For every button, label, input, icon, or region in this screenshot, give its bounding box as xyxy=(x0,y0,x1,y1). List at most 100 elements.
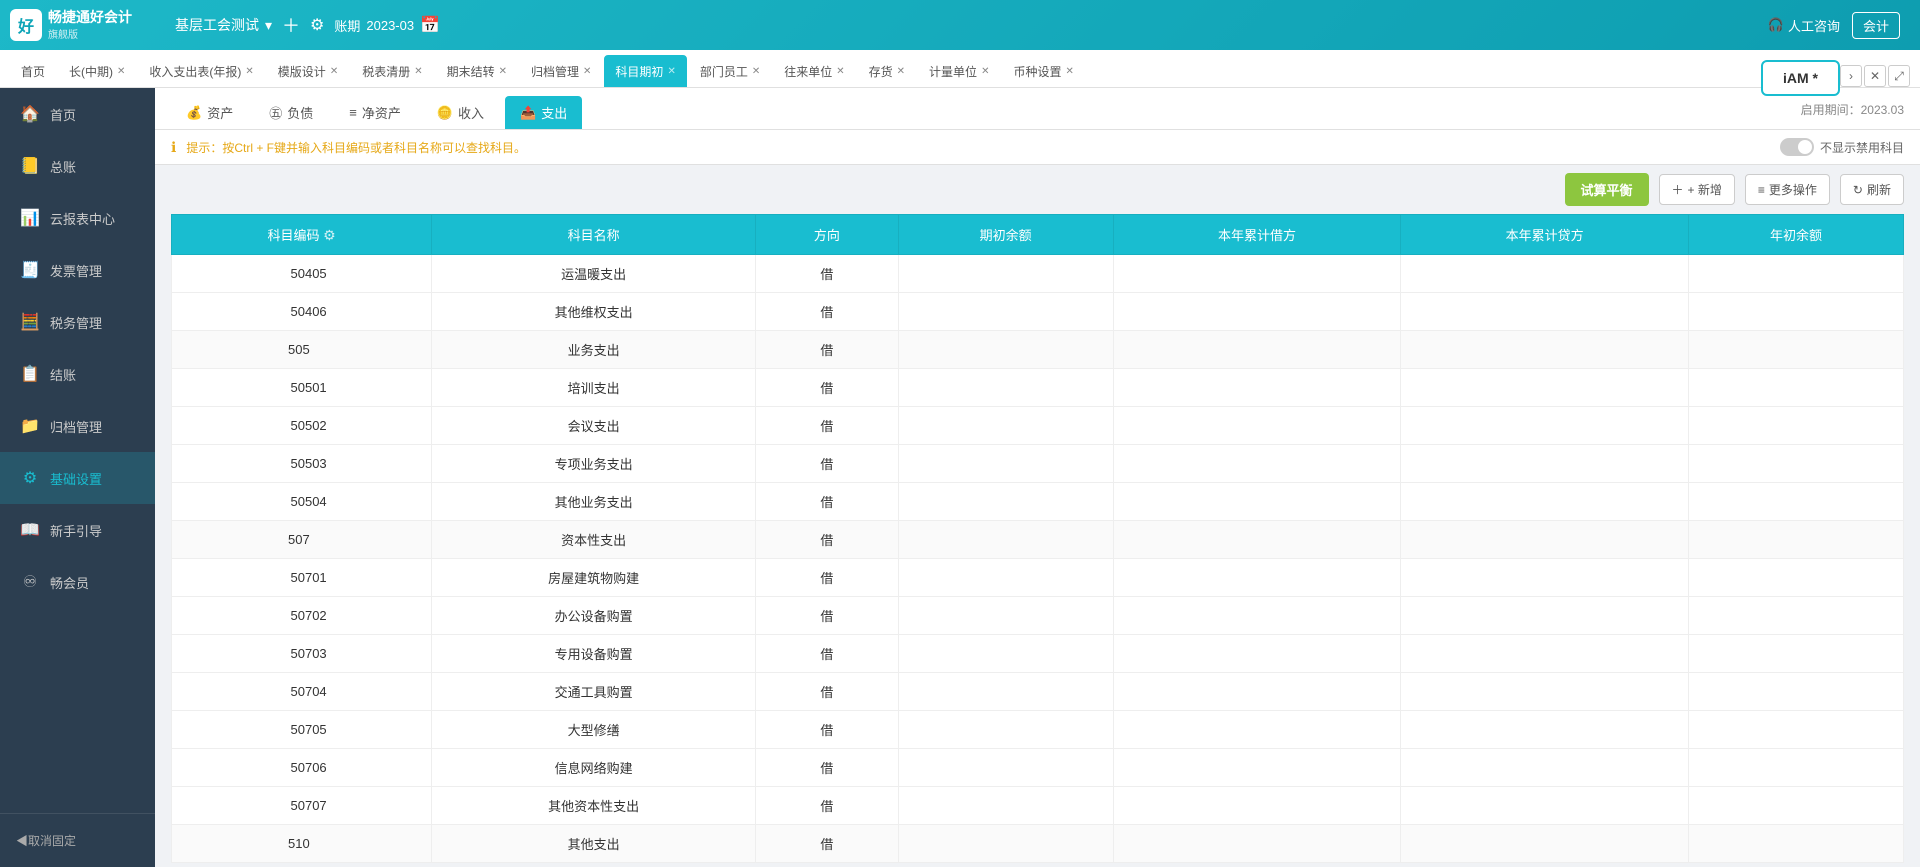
tab-next-button[interactable]: › xyxy=(1840,65,1862,87)
dropdown-icon[interactable]: ▾ xyxy=(265,17,272,34)
table-row[interactable]: 50703 专用设备购置 借 xyxy=(172,635,1904,673)
tab-unit[interactable]: 计量单位 ✕ xyxy=(918,55,1000,87)
tab-dept-staff[interactable]: 部门员工 ✕ xyxy=(689,55,771,87)
net-asset-icon: ≡ xyxy=(349,105,357,120)
sidebar-collapse-button[interactable]: ◀取消固定 xyxy=(0,824,155,857)
cell-initial-balance xyxy=(898,445,1113,483)
tab-taxlist-close[interactable]: ✕ xyxy=(414,66,422,77)
subtab-expenditure-label: 支出 xyxy=(541,103,567,122)
table-row[interactable]: 50707 其他资本性支出 借 xyxy=(172,787,1904,825)
tab-zhongqi[interactable]: 长(中期) ✕ xyxy=(58,55,136,87)
tab-counterpart[interactable]: 往来单位 ✕ xyxy=(773,55,855,87)
add-button[interactable]: ＋ xyxy=(282,12,300,38)
table-row[interactable]: 50704 交通工具购置 借 xyxy=(172,673,1904,711)
refresh-button[interactable]: ↻ 刷新 xyxy=(1840,174,1904,205)
tab-home[interactable]: 首页 xyxy=(10,55,56,87)
table-row[interactable]: 50706 信息网络购建 借 xyxy=(172,749,1904,787)
iam-badge: iAM * xyxy=(1761,60,1840,96)
sidebar-item-guide-label: 新手引导 xyxy=(50,521,102,540)
cell-code: 50705 xyxy=(172,711,432,749)
cell-year-start xyxy=(1688,331,1903,369)
tab-period-end[interactable]: 期末结转 ✕ xyxy=(436,55,518,87)
tab-period-end-close[interactable]: ✕ xyxy=(499,66,507,77)
tab-annual-close[interactable]: ✕ xyxy=(245,66,253,77)
settings-icon[interactable]: ⚙ xyxy=(310,15,324,35)
tab-inventory[interactable]: 存货 ✕ xyxy=(858,55,916,87)
col-ytd-credit: 本年累计贷方 xyxy=(1401,215,1689,255)
cell-ytd-debit xyxy=(1113,597,1401,635)
tab-subject-initial[interactable]: 科目期初 ✕ xyxy=(604,55,686,87)
subtab-asset[interactable]: 💰 资产 xyxy=(171,96,248,129)
tab-annual[interactable]: 收入支出表(年报) ✕ xyxy=(138,55,264,87)
table-row[interactable]: 50702 办公设备购置 借 xyxy=(172,597,1904,635)
tab-currency[interactable]: 币种设置 ✕ xyxy=(1002,55,1084,87)
kuai-button[interactable]: 会计 xyxy=(1852,12,1900,39)
subtab-income[interactable]: 🪙 收入 xyxy=(422,96,499,129)
cell-direction: 借 xyxy=(756,255,898,293)
table-row[interactable]: 50701 房屋建筑物购建 借 xyxy=(172,559,1904,597)
guide-icon: 📖 xyxy=(20,520,40,540)
sidebar-item-guide[interactable]: 📖 新手引导 xyxy=(0,504,155,556)
cell-code: 50405 xyxy=(172,255,432,293)
tab-template-close[interactable]: ✕ xyxy=(330,66,338,77)
sidebar-item-close[interactable]: 📋 结账 xyxy=(0,348,155,400)
sidebar-item-ledger[interactable]: 📒 总账 xyxy=(0,140,155,192)
cell-direction: 借 xyxy=(756,521,898,559)
cell-name: 大型修缮 xyxy=(432,711,756,749)
tab-template[interactable]: 模版设计 ✕ xyxy=(267,55,349,87)
col-settings-icon[interactable]: ⚙ xyxy=(323,227,336,243)
cell-direction: 借 xyxy=(756,825,898,863)
subtab-expenditure[interactable]: 📤 支出 xyxy=(505,96,582,129)
table-row[interactable]: 505 业务支出 借 xyxy=(172,331,1904,369)
sidebar-item-member[interactable]: ♾ 畅会员 xyxy=(0,556,155,608)
table-row[interactable]: 50501 培训支出 借 xyxy=(172,369,1904,407)
table-row[interactable]: 50502 会议支出 借 xyxy=(172,407,1904,445)
tab-taxlist[interactable]: 税表清册 ✕ xyxy=(351,55,433,87)
tab-zhongqi-close[interactable]: ✕ xyxy=(117,66,125,77)
more-button[interactable]: ≡ 更多操作 xyxy=(1745,174,1830,205)
tab-home-label: 首页 xyxy=(21,63,45,80)
sidebar-item-settings[interactable]: ⚙ 基础设置 xyxy=(0,452,155,504)
add-button[interactable]: ＋ + 新增 xyxy=(1659,174,1735,205)
table-row[interactable]: 50705 大型修缮 借 xyxy=(172,711,1904,749)
sidebar-item-archive[interactable]: 📁 归档管理 xyxy=(0,400,155,452)
table-row[interactable]: 50504 其他业务支出 借 xyxy=(172,483,1904,521)
tab-unit-close[interactable]: ✕ xyxy=(981,66,989,77)
cell-year-start xyxy=(1688,445,1903,483)
period-value: 2023-03 xyxy=(366,18,414,33)
tab-counterpart-close[interactable]: ✕ xyxy=(836,66,844,77)
tab-dept-staff-close[interactable]: ✕ xyxy=(752,66,760,77)
table-row[interactable]: 50406 其他维权支出 借 xyxy=(172,293,1904,331)
balance-button[interactable]: 试算平衡 xyxy=(1565,173,1649,206)
cell-code: 50703 xyxy=(172,635,432,673)
tab-subject-initial-close[interactable]: ✕ xyxy=(667,66,675,77)
subtab-net-asset[interactable]: ≡ 净资产 xyxy=(334,96,416,129)
tab-expand-button[interactable]: ⤢ xyxy=(1888,65,1910,87)
cell-year-start xyxy=(1688,369,1903,407)
calendar-icon[interactable]: 📅 xyxy=(420,15,440,35)
table-row[interactable]: 50503 专项业务支出 借 xyxy=(172,445,1904,483)
subtab-liability[interactable]: ㊄ 负债 xyxy=(254,96,328,129)
company-name[interactable]: 基层工会测试 ▾ xyxy=(175,15,272,35)
settings-gear-icon: ⚙ xyxy=(20,468,40,488)
table-wrapper[interactable]: 科目编码 ⚙ 科目名称 方向 期初余额 本年累计借方 本年累计贷方 年初余额 5… xyxy=(155,214,1920,867)
sidebar-item-invoice[interactable]: 🧾 发票管理 xyxy=(0,244,155,296)
ai-consult-label: 人工咨询 xyxy=(1788,16,1840,35)
cell-initial-balance xyxy=(898,673,1113,711)
sidebar-item-cloud-report[interactable]: 📊 云报表中心 xyxy=(0,192,155,244)
sidebar-item-home[interactable]: 🏠 首页 xyxy=(0,88,155,140)
table-row[interactable]: 507 资本性支出 借 xyxy=(172,521,1904,559)
cell-code: 50504 xyxy=(172,483,432,521)
cell-name: 运温暖支出 xyxy=(432,255,756,293)
table-row[interactable]: 510 其他支出 借 xyxy=(172,825,1904,863)
tab-archive-mgmt[interactable]: 归档管理 ✕ xyxy=(520,55,602,87)
sidebar-item-tax[interactable]: 🧮 税务管理 xyxy=(0,296,155,348)
tab-inventory-close[interactable]: ✕ xyxy=(897,66,905,77)
tab-close-all-button[interactable]: ✕ xyxy=(1864,65,1886,87)
home-icon: 🏠 xyxy=(20,104,40,124)
ai-consult-button[interactable]: 🎧 人工咨询 xyxy=(1768,16,1840,35)
toggle-switch[interactable] xyxy=(1780,138,1814,156)
table-row[interactable]: 50405 运温暖支出 借 xyxy=(172,255,1904,293)
tab-currency-close[interactable]: ✕ xyxy=(1065,66,1073,77)
tab-archive-mgmt-close[interactable]: ✕ xyxy=(583,66,591,77)
